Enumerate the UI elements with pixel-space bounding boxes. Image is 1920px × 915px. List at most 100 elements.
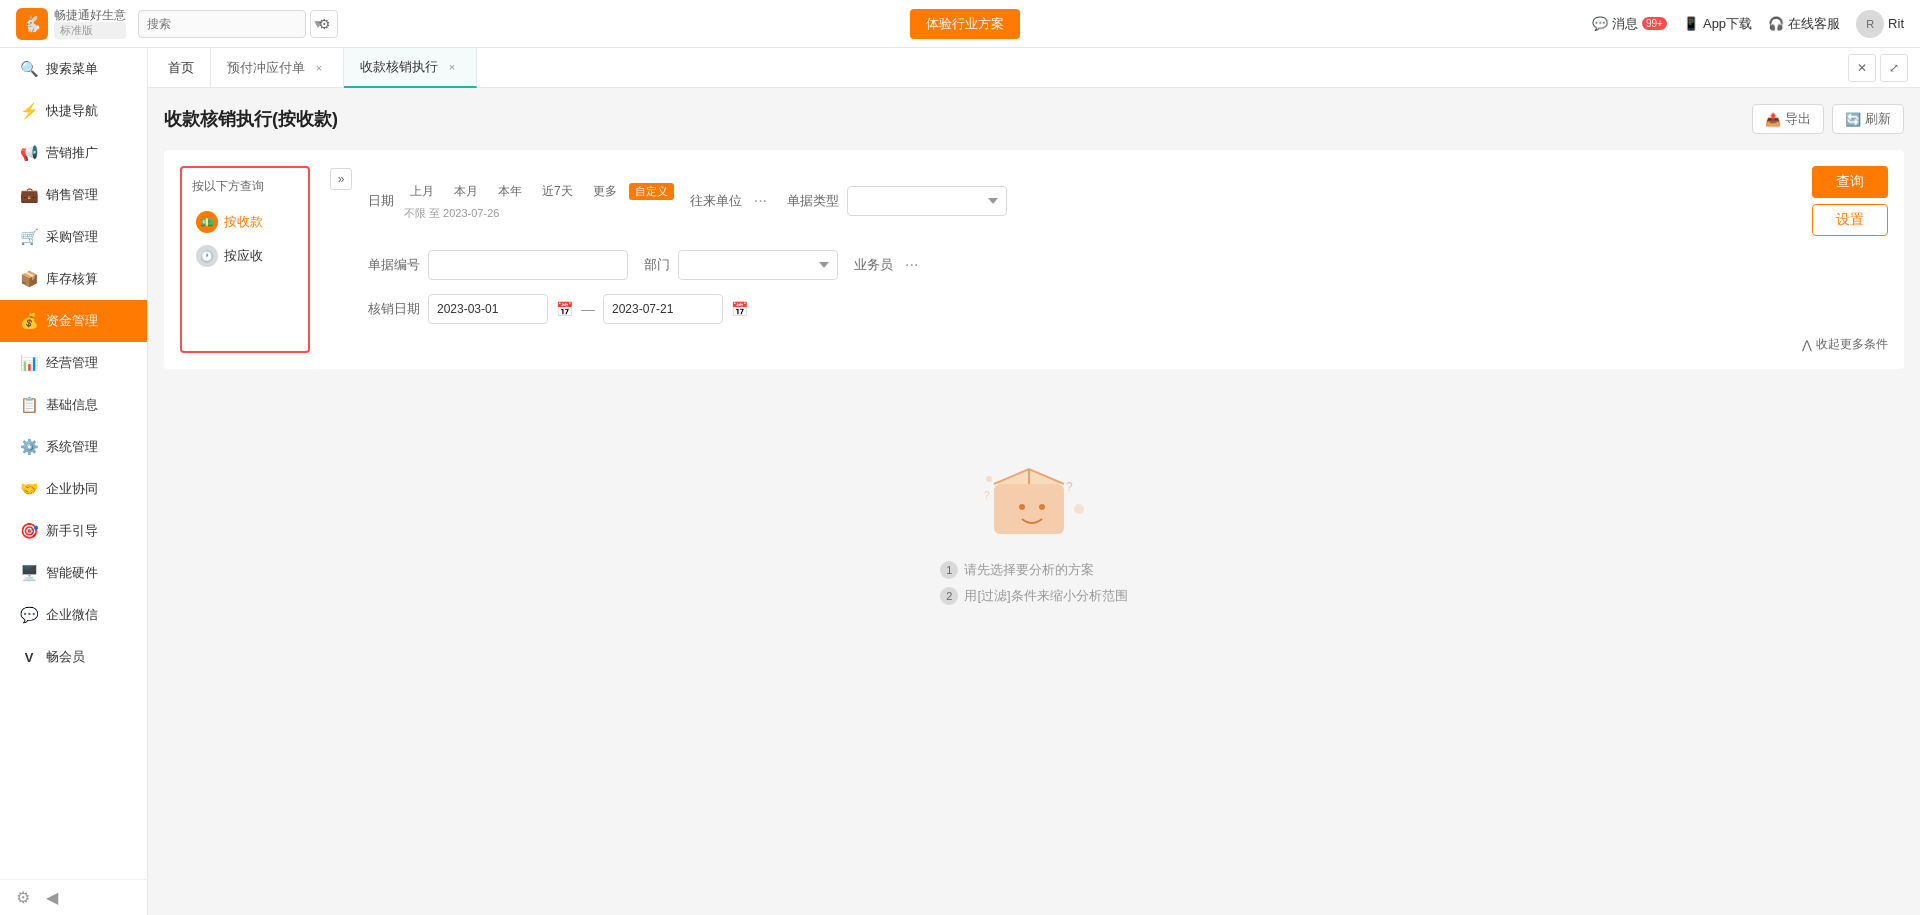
collapse-filter-btn[interactable]: » [330,168,352,190]
tab-collection[interactable]: 收款核销执行 × [344,48,477,88]
basic-info-icon: 📋 [20,396,38,414]
query-btn[interactable]: 查询 [1812,166,1888,198]
tab-close-all-btn[interactable]: ✕ [1848,54,1876,82]
page-content: 收款核销执行(按收款) 📤 导出 🔄 刷新 按以下方查询 [148,88,1920,915]
tab-prepay-label: 预付冲应付单 [227,59,305,77]
export-btn[interactable]: 📤 导出 [1752,104,1824,134]
sidebar-item-marketing[interactable]: 📢 营销推广 [0,132,147,174]
filter-row-3: 核销日期 📅 — 📅 [368,294,1888,324]
svg-point-6 [1074,504,1084,514]
sidebar-item-label: 快捷导航 [46,102,98,120]
sidebar-item-purchase[interactable]: 🛒 采购管理 [0,216,147,258]
calendar-end-icon[interactable]: 📅 [731,301,748,317]
doc-no-label: 单据编号 [368,256,420,274]
sidebar-item-inventory[interactable]: 📦 库存核算 [0,258,147,300]
sidebar-item-basic[interactable]: 📋 基础信息 [0,384,147,426]
search-menu-icon: 🔍 [20,60,38,78]
sidebar-item-quick-nav[interactable]: ⚡ 快捷导航 [0,90,147,132]
search-input[interactable] [138,10,306,38]
gear-button[interactable]: ⚙ [310,10,338,38]
sales-icon: 💼 [20,186,38,204]
brand-label: 标准版 [54,22,126,39]
date-btn-7days[interactable]: 近7天 [534,181,581,202]
date-col: 上月 本月 本年 近7天 更多 自定义 不限 至 2023-07-26 [402,181,674,221]
sidebar-item-hardware[interactable]: 🖥️ 智能硬件 [0,552,147,594]
sidebar-item-finance[interactable]: 💰 资金管理 [0,300,147,342]
tab-home[interactable]: 首页 [152,48,211,88]
sidebar-item-label: 经营管理 [46,354,98,372]
date-quick-btns: 上月 本月 本年 近7天 更多 自定义 [402,181,674,202]
empty-hint-2: 2 用[过滤]条件来缩小分析范围 [940,587,1127,605]
sidebar-item-system[interactable]: ⚙️ 系统管理 [0,426,147,468]
top-bar: 🐇 畅捷通好生意 标准版 ▼ ⚙ 体验行业方案 💬 消息 99+ 📱 App下载… [0,0,1920,48]
sidebar-item-wechat[interactable]: 💬 企业微信 [0,594,147,636]
industry-btn[interactable]: 体验行业方案 [910,9,1020,39]
date-btn-this-month[interactable]: 本月 [446,181,486,202]
date-label: 日期 [368,192,394,210]
filter-option-by-receipt[interactable]: 💵 按收款 [192,205,298,239]
tab-prepay[interactable]: 预付冲应付单 × [211,48,344,88]
date-custom-badge[interactable]: 自定义 [629,183,674,200]
top-bar-center: 体验行业方案 [910,9,1020,39]
tab-collection-close[interactable]: × [444,59,460,75]
settings-bottom-icon[interactable]: ⚙ [16,888,30,907]
chevron-up-icon: ⋀ [1802,338,1812,352]
dept-select[interactable] [678,250,838,280]
sidebar-item-label: 企业微信 [46,606,98,624]
empty-hint-1: 1 请先选择要分析的方案 [940,561,1127,579]
verify-date-start-input[interactable] [428,294,548,324]
sidebar-item-enterprise[interactable]: 🤝 企业协同 [0,468,147,510]
date-dash: — [581,301,595,317]
svg-point-5 [986,476,992,482]
collapse-sidebar-icon[interactable]: ◀ [46,888,58,907]
message-icon: 💬 [1592,16,1608,31]
doc-no-input[interactable] [428,250,628,280]
collapse-conditions-btn[interactable]: ⋀ 收起更多条件 [1802,336,1888,353]
sidebar-item-sales[interactable]: 💼 销售管理 [0,174,147,216]
refresh-btn[interactable]: 🔄 刷新 [1832,104,1904,134]
verify-date-end-input[interactable] [603,294,723,324]
calendar-start-icon[interactable]: 📅 [556,301,573,317]
tab-prepay-close[interactable]: × [311,60,327,76]
quick-nav-icon: ⚡ [20,102,38,120]
app-download-btn[interactable]: 📱 App下载 [1683,15,1752,33]
hint-text-2: 用[过滤]条件来缩小分析范围 [964,587,1127,605]
tab-maximize-btn[interactable]: ⤢ [1880,54,1908,82]
svg-point-1 [1019,504,1025,510]
hint-text-1: 请先选择要分析的方案 [964,561,1094,579]
date-btn-this-year[interactable]: 本年 [490,181,530,202]
user-area[interactable]: R Rit [1856,10,1904,38]
date-btn-last-month[interactable]: 上月 [402,181,442,202]
collapse-label: 收起更多条件 [1816,336,1888,353]
empty-hints: 1 请先选择要分析的方案 2 用[过滤]条件来缩小分析范围 [940,561,1127,605]
date-btn-more[interactable]: 更多 [585,181,625,202]
counterpart-label: 往来单位 [690,192,742,210]
verify-date-label: 核销日期 [368,300,420,318]
filter-query-section: 按以下方查询 💵 按收款 🕐 按应收 [180,166,310,353]
doc-type-select[interactable] [847,186,1007,216]
sidebar-item-search[interactable]: 🔍 搜索菜单 [0,48,147,90]
filter-row-2: 单据编号 部门 业务员 ··· [368,250,1888,280]
counterpart-dots[interactable]: ··· [750,192,771,210]
message-badge: 99+ [1642,17,1667,30]
staff-dots[interactable]: ··· [901,256,922,274]
sidebar-item-operation[interactable]: 📊 经营管理 [0,342,147,384]
filter-option-by-receivable[interactable]: 🕐 按应收 [192,239,298,273]
content-area: 首页 预付冲应付单 × 收款核销执行 × ✕ ⤢ 收款核销执行(按收款) [148,48,1920,915]
message-btn[interactable]: 💬 消息 99+ [1592,15,1667,33]
svg-text:?: ? [984,490,990,501]
online-service-btn[interactable]: 🎧 在线客服 [1768,15,1840,33]
tab-home-label: 首页 [168,59,194,77]
sidebar-item-label: 库存核算 [46,270,98,288]
sidebar-item-label: 智能硬件 [46,564,98,582]
sidebar-item-member[interactable]: V 畅会员 [0,636,147,678]
dept-field: 部门 [644,250,838,280]
sidebar-item-guide[interactable]: 🎯 新手引导 [0,510,147,552]
filter-section-title: 按以下方查询 [192,178,298,195]
date-range: 📅 — 📅 [428,294,748,324]
marketing-icon: 📢 [20,144,38,162]
empty-illustration: ? ? [974,449,1094,549]
setting-btn[interactable]: 设置 [1812,204,1888,236]
date-field: 日期 上月 本月 本年 近7天 更多 自定义 [368,181,674,221]
sidebar-item-label: 搜索菜单 [46,60,98,78]
